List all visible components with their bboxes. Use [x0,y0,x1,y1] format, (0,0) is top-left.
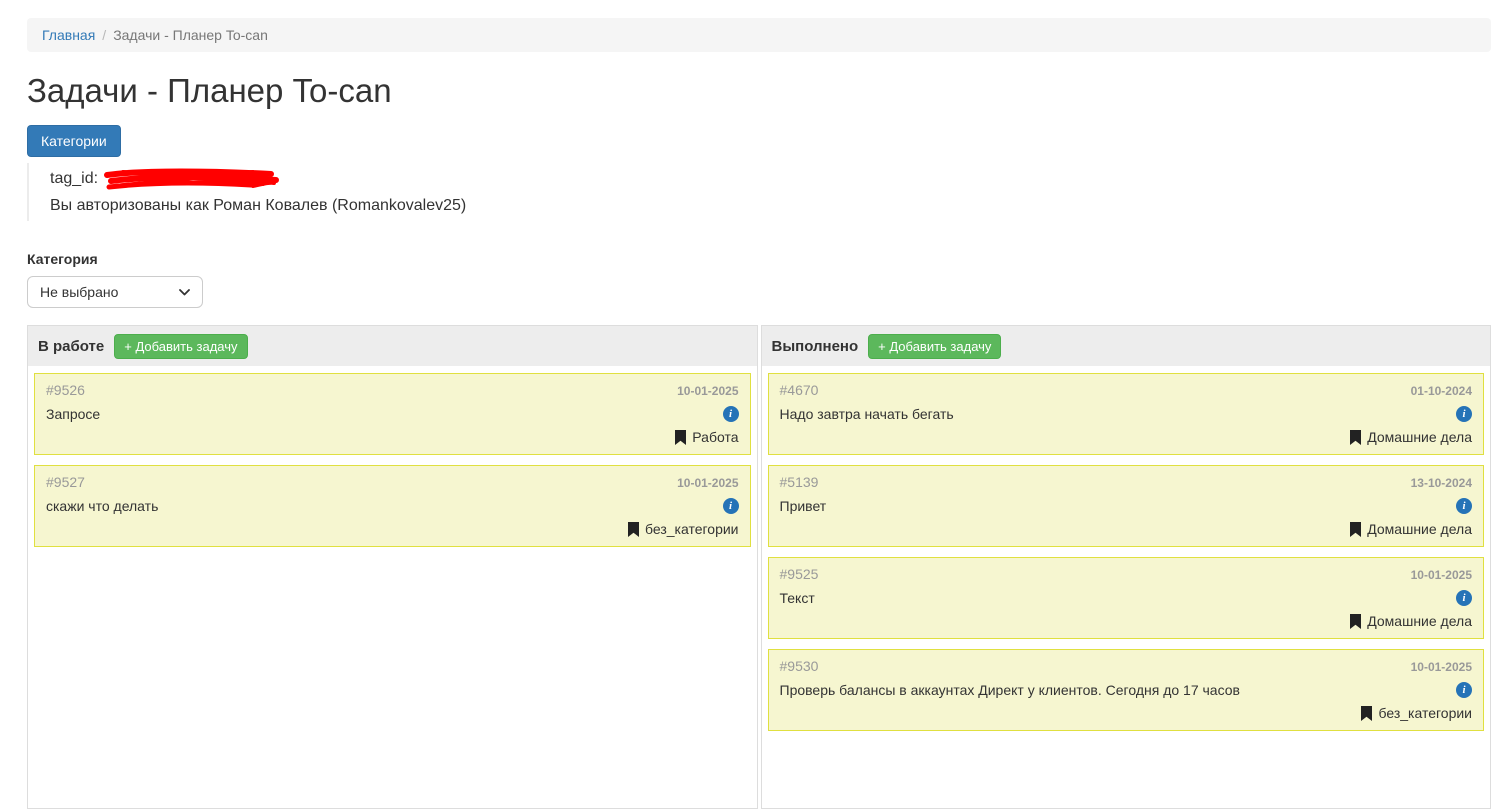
task-text: Текст [779,589,815,606]
board-column: В работе + Добавить задачу #9526 10-01-2… [27,325,758,809]
bookmark-icon [1350,521,1362,537]
task-category: Домашние дела [1367,429,1472,445]
task-card[interactable]: #5139 13-10-2024 Привет i Домашние дела [767,465,1484,547]
task-date: 10-01-2025 [677,476,739,490]
task-card[interactable]: #9527 10-01-2025 скажи что делать i без_… [34,465,751,547]
breadcrumb-separator: / [102,27,107,43]
info-icon[interactable]: i [1456,681,1472,698]
task-date: 01-10-2024 [1410,384,1472,398]
bookmark-icon [675,429,687,445]
bookmark-icon [1361,705,1373,721]
task-text: Надо завтра начать бегать [779,405,954,422]
task-id: #9530 [779,658,819,674]
task-date: 10-01-2025 [677,384,739,398]
bookmark-icon [1350,429,1362,445]
task-text: Запросе [46,405,101,422]
task-category: без_категории [1378,705,1472,721]
add-task-button[interactable]: + Добавить задачу [114,333,248,359]
task-text: Проверь балансы в аккаунтах Директ у кли… [779,681,1240,698]
task-board: В работе + Добавить задачу #9526 10-01-2… [27,325,1491,809]
chevron-down-icon [179,288,190,295]
task-id: #9527 [46,474,85,490]
cards-list: #4670 01-10-2024 Надо завтра начать бега… [762,366,1491,738]
page-container: Главная / Задачи - Планер To-can Задачи - … [27,0,1491,809]
task-id: #5139 [779,474,819,490]
task-date: 13-10-2024 [1410,476,1472,490]
redaction-scribble [104,168,280,189]
column-title: Выполнено [771,337,859,355]
page-title: Задачи - Планер To-can [27,72,392,109]
tag-id-label: tag_id: [50,170,99,187]
task-category: Работа [692,429,739,445]
cards-list: #9526 10-01-2025 Запросе i Работа #9527 … [28,366,757,554]
task-id: #9526 [46,382,85,398]
bookmark-icon [627,521,639,537]
task-date: 10-01-2025 [1410,568,1472,582]
category-select[interactable]: Не выбрано [27,276,203,308]
categories-button[interactable]: Категории [27,125,121,157]
task-card[interactable]: #4670 01-10-2024 Надо завтра начать бега… [767,373,1484,455]
info-icon[interactable]: i [1456,405,1472,422]
info-icon[interactable]: i [1456,497,1472,514]
task-category: без_категории [644,521,739,537]
task-text: Привет [779,497,827,514]
bookmark-icon [1350,613,1362,629]
task-id: #9525 [779,566,819,582]
breadcrumb-current: Задачи - Планер To-can [113,27,268,43]
user-info-block: tag_id: Вы авторизованы как Роман Ковале… [27,163,1491,221]
task-category: Домашние дела [1367,613,1472,629]
task-date: 10-01-2025 [1410,660,1472,674]
info-icon[interactable]: i [1456,589,1472,606]
add-task-button[interactable]: + Добавить задачу [868,333,1002,359]
task-id: #4670 [779,382,819,398]
column-title: В работе [38,337,105,355]
task-card[interactable]: #9526 10-01-2025 Запросе i Работа [34,373,751,455]
breadcrumb-home-link[interactable]: Главная [42,27,95,43]
category-select-value: Не выбрано [40,284,119,300]
category-filter-label: Категория [27,251,98,267]
column-header: В работе + Добавить задачу [28,326,757,366]
info-icon[interactable]: i [722,497,739,514]
breadcrumb: Главная / Задачи - Планер To-can [27,18,1491,52]
task-card[interactable]: #9530 10-01-2025 Проверь балансы в аккау… [767,649,1484,731]
task-card[interactable]: #9525 10-01-2025 Текст i Домашние дела [767,557,1484,639]
task-category: Домашние дела [1367,521,1472,537]
tag-id-line: tag_id: [50,165,1491,192]
info-icon[interactable]: i [722,405,739,422]
board-column: Выполнено + Добавить задачу #4670 01-10-… [760,325,1491,809]
authorized-text: Вы авторизованы как Роман Ковалев (Roman… [50,197,467,214]
task-text: скажи что делать [46,497,159,514]
column-header: Выполнено + Добавить задачу [761,326,1490,366]
